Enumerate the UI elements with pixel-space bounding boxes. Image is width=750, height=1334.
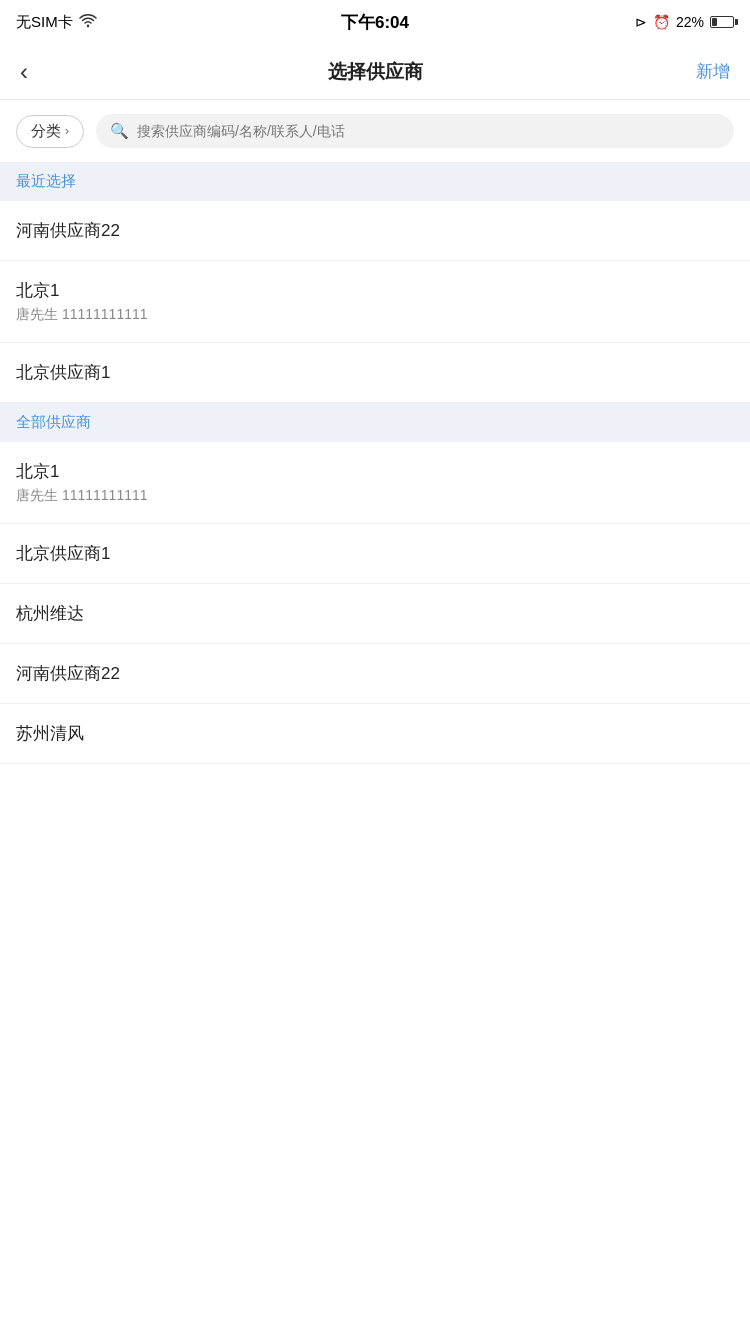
- item-name: 河南供应商22: [16, 662, 734, 685]
- search-icon: 🔍: [110, 122, 129, 140]
- location-icon: ⊳: [635, 14, 647, 30]
- recent-section-label: 最近选择: [16, 172, 76, 189]
- page-title: 选择供应商: [328, 59, 423, 85]
- filter-bar: 分类 › 🔍: [0, 100, 750, 162]
- status-time: 下午6:04: [341, 11, 409, 34]
- back-button[interactable]: ‹: [20, 54, 36, 90]
- item-sub: 唐先生 11111111111: [16, 487, 734, 505]
- carrier-label: 无SIM卡: [16, 13, 73, 32]
- all-list-item[interactable]: 河南供应商22: [0, 644, 750, 704]
- recent-list-item[interactable]: 河南供应商22: [0, 201, 750, 261]
- all-list-item[interactable]: 北京1 唐先生 11111111111: [0, 442, 750, 524]
- battery-percent: 22%: [676, 14, 704, 30]
- alarm-icon: ⏰: [653, 14, 670, 30]
- svg-point-0: [86, 24, 88, 26]
- item-name: 北京1: [16, 279, 734, 302]
- status-right: ⊳ ⏰ 22%: [635, 14, 734, 30]
- all-section-label: 全部供应商: [16, 413, 91, 430]
- item-sub: 唐先生 11111111111: [16, 306, 734, 324]
- battery-icon: [710, 16, 734, 28]
- item-name: 苏州清风: [16, 722, 734, 745]
- search-input[interactable]: [137, 123, 720, 139]
- recent-list: 河南供应商22 北京1 唐先生 11111111111 北京供应商1: [0, 201, 750, 403]
- chevron-right-icon: ›: [65, 124, 69, 138]
- item-name: 北京供应商1: [16, 542, 734, 565]
- search-box: 🔍: [96, 114, 734, 148]
- category-label: 分类: [31, 122, 61, 141]
- all-list-item[interactable]: 杭州维达: [0, 584, 750, 644]
- recent-list-item[interactable]: 北京1 唐先生 11111111111: [0, 261, 750, 343]
- all-section-header: 全部供应商: [0, 403, 750, 442]
- status-left: 无SIM卡: [16, 13, 97, 32]
- recent-list-item[interactable]: 北京供应商1: [0, 343, 750, 403]
- item-name: 河南供应商22: [16, 219, 734, 242]
- item-name: 北京1: [16, 460, 734, 483]
- recent-section-header: 最近选择: [0, 162, 750, 201]
- status-bar: 无SIM卡 下午6:04 ⊳ ⏰ 22%: [0, 0, 750, 44]
- add-button[interactable]: 新增: [696, 60, 730, 83]
- category-button[interactable]: 分类 ›: [16, 115, 84, 148]
- nav-bar: ‹ 选择供应商 新增: [0, 44, 750, 100]
- wifi-icon: [79, 14, 97, 31]
- all-list-item[interactable]: 北京供应商1: [0, 524, 750, 584]
- all-list: 北京1 唐先生 11111111111 北京供应商1 杭州维达 河南供应商22 苏…: [0, 442, 750, 764]
- item-name: 杭州维达: [16, 602, 734, 625]
- item-name: 北京供应商1: [16, 361, 734, 384]
- all-list-item[interactable]: 苏州清风: [0, 704, 750, 764]
